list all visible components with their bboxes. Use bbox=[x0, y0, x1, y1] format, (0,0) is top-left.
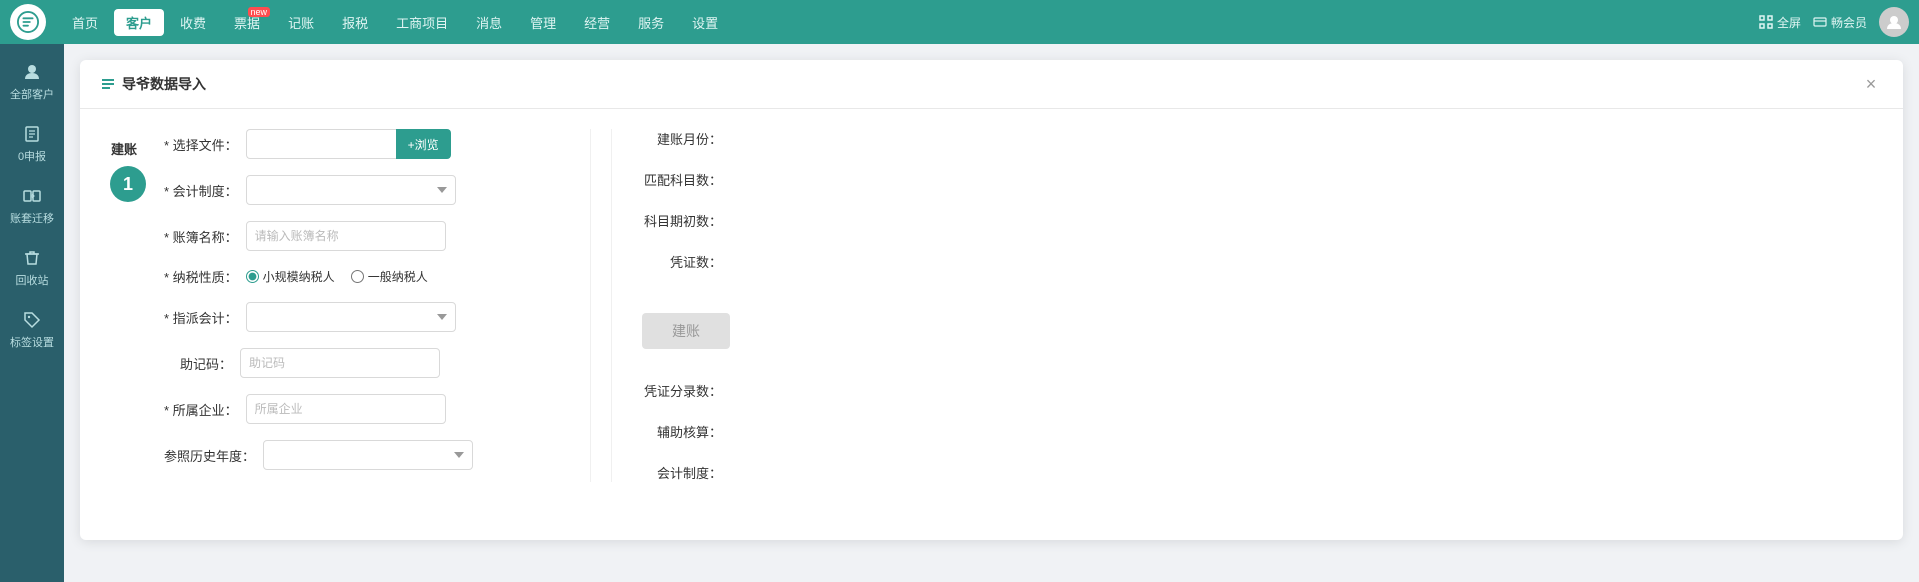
dialog-title: 导爷数据导入 bbox=[100, 74, 206, 94]
sidebar-item-all-customers[interactable]: 全部客户 bbox=[4, 54, 60, 110]
accountant-row: * 指派会计： bbox=[164, 302, 473, 332]
sidebar: 全部客户 0申报 账套迁移 回收站 bbox=[0, 44, 64, 582]
step-label: 建账 bbox=[111, 139, 137, 158]
sidebar-item-recycle-bin[interactable]: 回收站 bbox=[4, 240, 60, 296]
dialog-body: 建账 1 * 选择文件： +浏览 bbox=[80, 109, 1903, 512]
nav-management[interactable]: 管理 bbox=[518, 9, 568, 36]
nav-settings[interactable]: 设置 bbox=[680, 9, 730, 36]
initial-balance-row: 科目期初数： bbox=[642, 211, 1873, 230]
radio-small-scale-input[interactable] bbox=[246, 270, 259, 283]
auxiliary-calc-label: 辅助核算： bbox=[642, 422, 722, 441]
main-content: 导爷数据导入 × 建账 1 bbox=[64, 44, 1919, 582]
radio-small-scale[interactable]: 小规模纳税人 bbox=[246, 268, 335, 285]
fullscreen-btn[interactable]: 全屏 bbox=[1759, 14, 1801, 31]
user-avatar[interactable] bbox=[1879, 7, 1909, 37]
build-account-button[interactable]: 建账 bbox=[642, 313, 730, 349]
company-row: * 所属企业： bbox=[164, 394, 473, 424]
ledger-name-row: * 账簿名称： bbox=[164, 221, 473, 251]
nav-services[interactable]: 服务 bbox=[626, 9, 676, 36]
nav-customers[interactable]: 客户 bbox=[114, 9, 164, 36]
file-row: * 选择文件： +浏览 bbox=[164, 129, 473, 159]
file-input-group: +浏览 bbox=[246, 129, 451, 159]
radio-general[interactable]: 一般纳税人 bbox=[351, 268, 428, 285]
history-year-label: 参照历史年度： bbox=[164, 446, 255, 465]
company-input[interactable] bbox=[246, 394, 446, 424]
nav-invoices[interactable]: 票据 new bbox=[222, 9, 272, 36]
month-label: 建账月份： bbox=[642, 129, 722, 148]
step-circle: 1 bbox=[110, 166, 146, 202]
ledger-name-label: * 账簿名称： bbox=[164, 227, 238, 246]
browse-button[interactable]: +浏览 bbox=[396, 129, 451, 159]
initial-balance-label: 科目期初数： bbox=[642, 211, 722, 230]
nav-business-projects[interactable]: 工商项目 bbox=[384, 9, 460, 36]
nav-operations[interactable]: 经营 bbox=[572, 9, 622, 36]
nav-fees[interactable]: 收费 bbox=[168, 9, 218, 36]
tax-type-row: * 纳税性质： 小规模纳税人 一般纳税人 bbox=[164, 267, 473, 286]
match-subjects-row: 匹配科目数： bbox=[642, 170, 1873, 189]
dialog-header: 导爷数据导入 × bbox=[80, 60, 1903, 109]
form-container: 建账 1 * 选择文件： +浏览 bbox=[110, 129, 1873, 482]
vertical-divider bbox=[590, 129, 591, 482]
tax-type-label: * 纳税性质： bbox=[164, 267, 238, 286]
auxiliary-calc-row: 辅助核算： bbox=[642, 422, 1873, 441]
form-right: 建账月份： 匹配科目数： 科目期初数： 凭证数： bbox=[611, 129, 1873, 482]
accountant-label: * 指派会计： bbox=[164, 308, 238, 327]
nav-bookkeeping[interactable]: 记账 bbox=[276, 9, 326, 36]
vouchers-label: 凭证数： bbox=[642, 252, 722, 271]
vip-btn[interactable]: 畅会员 bbox=[1813, 14, 1867, 31]
accounting-system-row: * 会计制度： bbox=[164, 175, 473, 205]
top-nav: 首页 客户 收费 票据 new 记账 报税 工商项目 消息 管理 经营 服务 设… bbox=[0, 0, 1919, 44]
accounting-system-select[interactable] bbox=[246, 175, 456, 205]
voucher-entries-label: 凭证分录数： bbox=[642, 381, 722, 400]
history-year-row: 参照历史年度： bbox=[164, 440, 473, 470]
memo-code-label: 助记码： bbox=[164, 354, 232, 373]
vouchers-row: 凭证数： bbox=[642, 252, 1873, 271]
dialog: 导爷数据导入 × 建账 1 bbox=[80, 60, 1903, 540]
right-accounting-system-label: 会计制度： bbox=[642, 463, 722, 482]
nav-tax[interactable]: 报税 bbox=[330, 9, 380, 36]
memo-code-input[interactable] bbox=[240, 348, 440, 378]
ledger-name-input[interactable] bbox=[246, 221, 446, 251]
match-subjects-label: 匹配科目数： bbox=[642, 170, 722, 189]
app-logo[interactable] bbox=[10, 4, 46, 40]
nav-home[interactable]: 首页 bbox=[60, 9, 110, 36]
radio-general-input[interactable] bbox=[351, 270, 364, 283]
file-text-input[interactable] bbox=[246, 129, 396, 159]
nav-right: 全屏 畅会员 bbox=[1759, 7, 1909, 37]
main-layout: 全部客户 0申报 账套迁移 回收站 bbox=[0, 44, 1919, 582]
build-btn-row: 建账 bbox=[642, 303, 1873, 349]
file-label: * 选择文件： bbox=[164, 135, 238, 154]
form-fields: * 选择文件： +浏览 * 会计制度： bbox=[164, 129, 473, 470]
accountant-select[interactable] bbox=[246, 302, 456, 332]
new-badge: new bbox=[248, 7, 271, 17]
nav-messages[interactable]: 消息 bbox=[464, 9, 514, 36]
form-left: 建账 1 * 选择文件： +浏览 bbox=[110, 129, 570, 482]
memo-code-row: 助记码： bbox=[164, 348, 473, 378]
voucher-entries-row: 凭证分录数： bbox=[642, 381, 1873, 400]
month-row: 建账月份： bbox=[642, 129, 1873, 148]
sidebar-item-zero-report[interactable]: 0申报 bbox=[4, 116, 60, 172]
company-label: * 所属企业： bbox=[164, 400, 238, 419]
tax-radio-group: 小规模纳税人 一般纳税人 bbox=[246, 268, 428, 285]
sidebar-item-tag-settings[interactable]: 标签设置 bbox=[4, 302, 60, 358]
accounting-system-label: * 会计制度： bbox=[164, 181, 238, 200]
history-year-select[interactable] bbox=[263, 440, 473, 470]
right-accounting-system-row: 会计制度： bbox=[642, 463, 1873, 482]
close-button[interactable]: × bbox=[1859, 72, 1883, 96]
sidebar-item-account-migration[interactable]: 账套迁移 bbox=[4, 178, 60, 234]
